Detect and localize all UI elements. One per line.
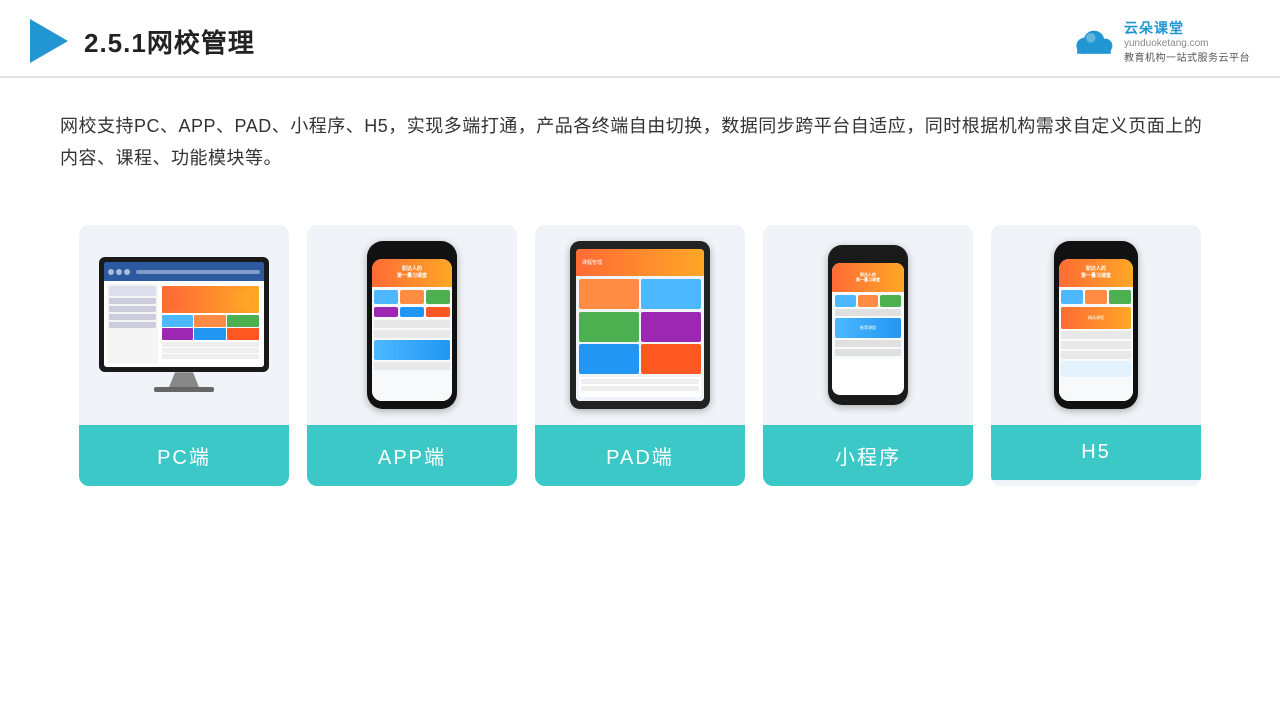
phone-mockup-icon: 职达人的 第一量习课堂 — [367, 241, 457, 409]
description-text: 网校支持PC、APP、PAD、小程序、H5，实现多端打通，产品各终端自由切换，数… — [0, 78, 1280, 195]
card-pc-image — [79, 225, 289, 425]
cloud-icon — [1070, 25, 1118, 57]
small-phone-icon: 职达人的 第一量习课堂 推荐课程 — [828, 245, 908, 405]
card-pad-label: PAD端 — [535, 425, 745, 486]
description-paragraph: 网校支持PC、APP、PAD、小程序、H5，实现多端打通，产品各终端自由切换，数… — [60, 110, 1220, 175]
card-mini-label: 小程序 — [763, 425, 973, 486]
card-pc-label: PC端 — [79, 425, 289, 486]
page-title: 2.5.1网校管理 — [84, 23, 255, 60]
brand-name: 云朵课堂 — [1124, 18, 1184, 38]
tablet-mockup-icon: 课程管理 — [570, 241, 710, 409]
header: 2.5.1网校管理 云朵课堂 yunduoketang.com 教育机构一站式服… — [0, 0, 1280, 78]
header-right: 云朵课堂 yunduoketang.com 教育机构一站式服务云平台 — [1070, 18, 1250, 64]
pc-monitor-icon — [99, 257, 269, 392]
card-app-label: APP端 — [307, 425, 517, 486]
card-h5: 职达人的 第一量习课堂 精选课程 — [991, 225, 1201, 486]
logo-triangle-icon — [30, 19, 68, 63]
brand-logo: 云朵课堂 yunduoketang.com 教育机构一站式服务云平台 — [1070, 18, 1250, 64]
card-pad: 课程管理 — [535, 225, 745, 486]
brand-subtitle: 教育机构一站式服务云平台 — [1124, 49, 1250, 64]
cards-section: PC端 职达人的 第一量习课堂 — [0, 205, 1280, 506]
card-app-image: 职达人的 第一量习课堂 — [307, 225, 517, 425]
brand-url: yunduoketang.com — [1124, 38, 1209, 49]
card-mini: 职达人的 第一量习课堂 推荐课程 — [763, 225, 973, 486]
card-pad-image: 课程管理 — [535, 225, 745, 425]
card-mini-image: 职达人的 第一量习课堂 推荐课程 — [763, 225, 973, 425]
header-left: 2.5.1网校管理 — [30, 19, 255, 63]
brand-text-block: 云朵课堂 yunduoketang.com 教育机构一站式服务云平台 — [1124, 18, 1250, 64]
card-h5-image: 职达人的 第一量习课堂 精选课程 — [991, 225, 1201, 425]
card-pc: PC端 — [79, 225, 289, 486]
card-app: 职达人的 第一量习课堂 — [307, 225, 517, 486]
phone-h5-icon: 职达人的 第一量习课堂 精选课程 — [1054, 241, 1138, 409]
card-h5-label: H5 — [991, 425, 1201, 480]
